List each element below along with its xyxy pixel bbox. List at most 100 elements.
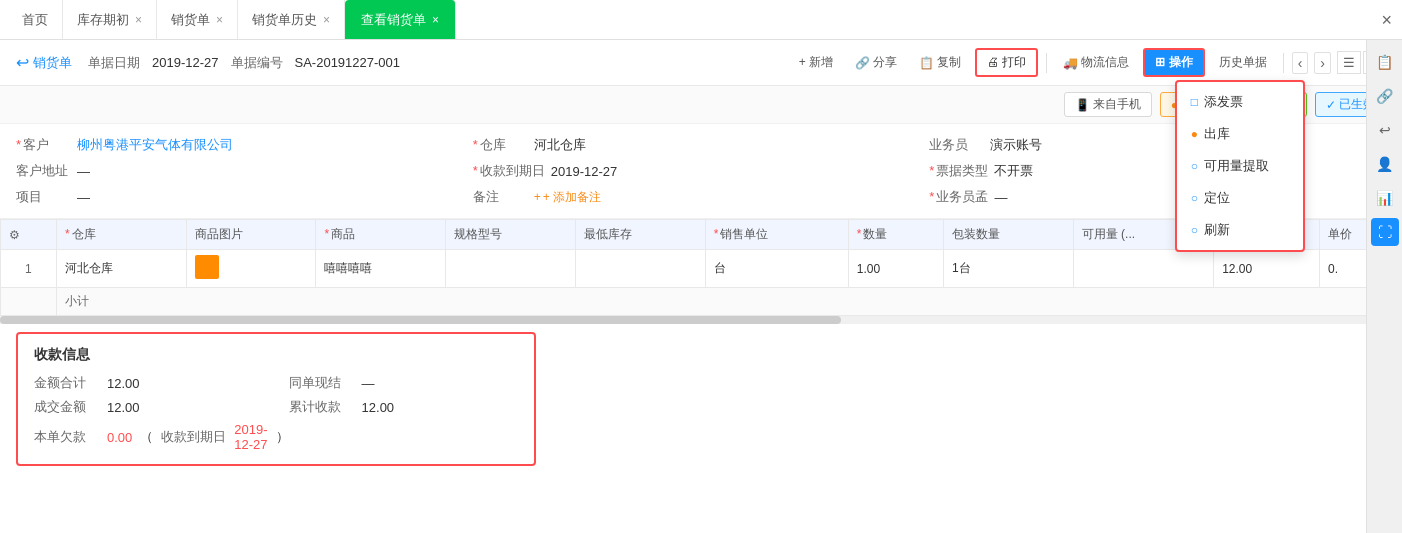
next-button[interactable]: › — [1314, 52, 1331, 74]
sidebar-chart-icon: 📊 — [1376, 190, 1393, 206]
subtotal-label: 小计 — [56, 288, 1401, 316]
menu-outbound[interactable]: ● 出库 — [1177, 118, 1303, 150]
sidebar-return-btn[interactable]: ↩ — [1371, 116, 1399, 144]
print-button[interactable]: 🖨 打印 — [975, 48, 1038, 77]
row-sku — [446, 250, 576, 288]
menu-refresh[interactable]: ○ 刷新 — [1177, 214, 1303, 246]
col-sku: 规格型号 — [446, 220, 576, 250]
tab-close-view[interactable]: × — [432, 13, 439, 27]
operation-icon: ⊞ — [1155, 55, 1165, 69]
date-value: 2019-12-27 — [152, 55, 219, 70]
logistics-icon: 🚚 — [1063, 56, 1078, 70]
tab-bar: 首页 库存期初 × 销货单 × 销货单历史 × 查看销货单 × × — [0, 0, 1402, 40]
add-note-icon: + — [534, 190, 541, 204]
sidebar-user-icon: 👤 — [1376, 156, 1393, 172]
tab-close-inventory[interactable]: × — [135, 13, 142, 27]
doc-header: ↩ 销货单 单据日期 2019-12-27 单据编号 SA-20191227-0… — [0, 40, 1402, 86]
due-date-label-inline: 收款到期日 — [161, 428, 226, 446]
subtotal-empty — [1, 288, 57, 316]
share-icon: 🔗 — [855, 56, 870, 70]
warehouse-value: 河北仓库 — [534, 136, 586, 154]
ticket-type-value: 不开票 — [994, 162, 1033, 180]
sales-field: 业务员孟 — — [929, 188, 1386, 206]
total-amount-value: 12.00 — [107, 376, 140, 391]
print-icon: 🖨 — [987, 55, 999, 69]
settings-icon[interactable]: ⚙ — [9, 228, 20, 242]
history-button[interactable]: 历史单据 — [1211, 50, 1275, 75]
window-close-button[interactable]: × — [1381, 9, 1392, 30]
project-value: — — [77, 190, 90, 205]
outbound-icon: ● — [1191, 127, 1198, 141]
locate-icon: ○ — [1191, 191, 1198, 205]
operation-menu: □ 添发票 ● 出库 ○ 可用量提取 ○ 定位 — [1175, 80, 1305, 252]
warehouse-label: 仓库 — [473, 136, 528, 154]
doc-title-area: ↩ 销货单 单据日期 2019-12-27 单据编号 SA-20191227-0… — [16, 53, 791, 72]
cumulative-payment-value: 12.00 — [362, 400, 395, 415]
project-label: 项目 — [16, 188, 71, 206]
toolbar-actions: + 新增 🔗 分享 📋 复制 🖨 打印 🚚 物流信息 — [791, 48, 1386, 77]
operation-button[interactable]: ⊞ 操作 — [1143, 48, 1204, 77]
doc-type-label: 销货单 — [33, 54, 72, 72]
salesperson-field: 业务员 演示账号 — [929, 136, 1386, 154]
sidebar-link-icon: 🔗 — [1376, 88, 1393, 104]
due-date-value-inline: 2019-12-27 — [234, 422, 267, 452]
sidebar-doc-btn[interactable]: 📋 — [1371, 48, 1399, 76]
current-due-label: 本单欠款 — [34, 428, 99, 446]
total-amount-row: 金额合计 12.00 — [34, 374, 289, 392]
due-date-paren-close: ） — [276, 428, 289, 446]
cumulative-payment-label: 累计收款 — [289, 398, 354, 416]
date-label: 单据日期 — [88, 54, 140, 72]
transaction-amount-label: 成交金额 — [34, 398, 99, 416]
menu-add-invoice[interactable]: □ 添发票 — [1177, 86, 1303, 118]
note-field: 备注 + + 添加备注 — [473, 188, 930, 206]
address-value: — — [77, 164, 90, 179]
same-order-value: — — [362, 376, 375, 391]
sidebar-link-btn[interactable]: 🔗 — [1371, 82, 1399, 110]
tab-sales-history[interactable]: 销货单历史 × — [238, 0, 345, 39]
tab-inventory-init[interactable]: 库存期初 × — [63, 0, 157, 39]
doc-meta: 单据日期 2019-12-27 单据编号 SA-20191227-001 — [88, 54, 400, 72]
salesperson-value: 演示账号 — [990, 136, 1042, 154]
current-due-value: 0.00 — [107, 430, 132, 445]
transaction-amount-row: 成交金额 12.00 — [34, 398, 289, 416]
list-view-button[interactable]: ☰ — [1337, 51, 1361, 74]
project-field: 项目 — — [16, 188, 473, 206]
row-num: 1 — [1, 250, 57, 288]
add-invoice-icon: □ — [1191, 95, 1198, 109]
sidebar-user-btn[interactable]: 👤 — [1371, 150, 1399, 178]
salesperson-label: 业务员 — [929, 136, 984, 154]
menu-locate[interactable]: ○ 定位 — [1177, 182, 1303, 214]
current-due-row: 本单欠款 0.00 （ 收款到期日 2019-12-27 ） — [34, 422, 289, 452]
copy-button[interactable]: 📋 复制 — [911, 50, 969, 75]
share-button[interactable]: 🔗 分享 — [847, 50, 905, 75]
new-button[interactable]: + 新增 — [791, 50, 841, 75]
logistics-button[interactable]: 🚚 物流信息 — [1055, 50, 1137, 75]
status-phone-btn[interactable]: 📱 来自手机 — [1064, 92, 1152, 117]
toolbar-divider — [1046, 53, 1047, 73]
tab-sales-order[interactable]: 销货单 × — [157, 0, 238, 39]
same-order-row: 同单现结 — — [289, 374, 518, 392]
tab-close-sales[interactable]: × — [216, 13, 223, 27]
tab-home[interactable]: 首页 — [8, 0, 63, 39]
table-scrollbar[interactable] — [0, 316, 1402, 324]
sidebar-doc-icon: 📋 — [1376, 54, 1393, 70]
prev-button[interactable]: ‹ — [1292, 52, 1309, 74]
tab-close-history[interactable]: × — [323, 13, 330, 27]
sidebar-expand-btn[interactable]: ⛶ — [1371, 218, 1399, 246]
col-settings[interactable]: ⚙ — [1, 220, 57, 250]
due-date-paren: （ — [140, 428, 153, 446]
col-min-stock: 最低库存 — [575, 220, 705, 250]
customer-value[interactable]: 柳州粤港平安气体有限公司 — [77, 136, 233, 154]
same-order-label: 同单现结 — [289, 374, 354, 392]
sidebar-return-icon: ↩ — [1379, 122, 1391, 138]
note-label: 备注 — [473, 188, 528, 206]
tab-view-sales[interactable]: 查看销货单 × — [345, 0, 456, 39]
sidebar-chart-btn[interactable]: 📊 — [1371, 184, 1399, 212]
number-label: 单据编号 — [231, 54, 283, 72]
scrollbar-thumb — [0, 316, 841, 324]
menu-available-extract[interactable]: ○ 可用量提取 — [1177, 150, 1303, 182]
sales-label: 业务员孟 — [929, 188, 988, 206]
ticket-type-field: 票据类型 不开票 — [929, 162, 1386, 180]
add-note-button[interactable]: + + 添加备注 — [534, 189, 601, 206]
operation-dropdown: ⊞ 操作 □ 添发票 ● 出库 ○ — [1143, 48, 1204, 77]
